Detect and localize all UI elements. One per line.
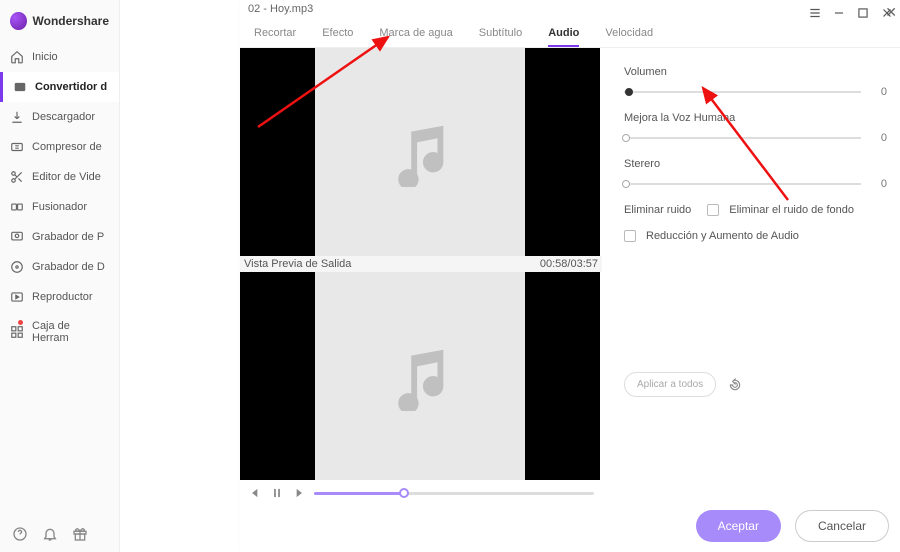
progress-fill [314,492,404,495]
preview-column: Vista Previa de Salida 00:58/03:57 [240,48,602,478]
close-window-icon[interactable] [880,6,894,20]
noise-checkbox[interactable] [707,204,719,216]
sidebar-item-label: Compresor de [32,141,102,153]
modal-footer: Aceptar Cancelar [696,510,889,542]
accept-button[interactable]: Aceptar [696,510,781,542]
sidebar-item-merger[interactable]: Fusionador [0,192,119,222]
noise-checkbox-label: Eliminar el ruido de fondo [729,204,854,216]
sidebar-item-label: Fusionador [32,201,87,213]
home-icon [10,50,24,64]
player-bar [240,480,602,500]
progress-bar[interactable] [314,492,594,495]
music-note-icon [385,117,455,187]
sidebar-item-label: Convertidor d [35,81,107,93]
sidebar-item-compressor[interactable]: Compresor de [0,132,119,162]
sidebar-item-toolbox[interactable]: Caja de Herram [0,312,119,352]
scissors-icon [10,170,24,184]
play-icon [10,290,24,304]
bell-icon[interactable] [42,526,58,542]
screen-record-icon [10,230,24,244]
sidebar-item-label: Reproductor [32,291,93,303]
stereo-label: Sterero [624,158,887,170]
prev-button[interactable] [248,486,262,500]
modal-tabs: Recortar Efecto Marca de agua Subtítulo … [240,15,900,48]
stereo-slider[interactable] [624,183,861,185]
merge-icon [10,200,24,214]
compress-icon [10,140,24,154]
sidebar-item-dvd-recorder[interactable]: Grabador de D [0,252,119,282]
grid-icon [10,325,24,339]
pause-button[interactable] [270,486,284,500]
tab-effect[interactable]: Efecto [322,21,353,47]
sidebar-item-label: Descargador [32,111,95,123]
volume-slider[interactable] [624,91,861,93]
gain-checkbox-label: Reducción y Aumento de Audio [646,230,799,242]
sidebar-item-converter[interactable]: Convertidor d [0,72,119,102]
sidebar: Wondershare Inicio Convertidor d Descarg… [0,0,120,552]
volume-label: Volumen [624,66,887,78]
sidebar-item-player[interactable]: Reproductor [0,282,119,312]
sidebar-item-label: Caja de Herram [32,320,109,344]
apply-all-button[interactable]: Aplicar a todos [624,372,716,397]
maximize-icon[interactable] [856,6,870,20]
sidebar-item-label: Grabador de P [32,231,104,243]
time-display: 00:58/03:57 [540,258,598,270]
output-preview [240,272,600,480]
sidebar-item-label: Editor de Vide [32,171,101,183]
voice-value: 0 [873,132,887,144]
modal-file-title: 02 - Hoy.mp3 [240,0,900,15]
progress-knob[interactable] [399,488,409,498]
sidebar-item-home[interactable]: Inicio [0,42,119,72]
sidebar-item-screen-recorder[interactable]: Grabador de P [0,222,119,252]
output-preview-label: Vista Previa de Salida [244,258,351,270]
stereo-value: 0 [873,178,887,190]
brand: Wondershare [0,8,119,42]
editor-modal: 02 - Hoy.mp3 ✕ Recortar Efecto Marca de … [240,0,900,552]
music-note-icon [385,341,455,411]
tab-subtitle[interactable]: Subtítulo [479,21,522,47]
notification-dot-icon [18,320,23,325]
next-button[interactable] [292,486,306,500]
cancel-button[interactable]: Cancelar [795,510,889,542]
sidebar-item-video-editor[interactable]: Editor de Vide [0,162,119,192]
window-controls [808,6,894,20]
sidebar-item-label: Inicio [32,51,58,63]
main-area: de Alta Velocidad Convertir onvertir Tod… [120,0,900,552]
converter-icon [13,80,27,94]
tab-speed[interactable]: Velocidad [605,21,653,47]
volume-value: 0 [873,86,887,98]
audio-controls: Volumen 0 Mejora la Voz Humana 0 [602,48,900,478]
download-icon [10,110,24,124]
gain-checkbox[interactable] [624,230,636,242]
sidebar-item-label: Grabador de D [32,261,105,273]
slider-knob[interactable] [625,88,633,96]
tab-watermark[interactable]: Marca de agua [379,21,452,47]
voice-enhance-label: Mejora la Voz Humana [624,112,887,124]
disc-icon [10,260,24,274]
preview-meta-row: Vista Previa de Salida 00:58/03:57 [240,256,602,272]
voice-slider[interactable] [624,137,861,139]
brand-name: Wondershare [33,14,109,28]
slider-knob[interactable] [622,180,630,188]
original-preview [240,48,600,256]
sidebar-bottom [0,516,119,552]
sidebar-item-downloader[interactable]: Descargador [0,102,119,132]
reset-icon[interactable] [728,378,742,392]
help-icon[interactable] [12,526,28,542]
slider-knob[interactable] [622,134,630,142]
tab-trim[interactable]: Recortar [254,21,296,47]
menu-icon[interactable] [808,6,822,20]
gift-icon[interactable] [72,526,88,542]
brand-logo-icon [10,12,27,30]
tab-audio[interactable]: Audio [548,21,579,47]
minimize-icon[interactable] [832,6,846,20]
noise-group-label: Eliminar ruido [624,204,691,216]
